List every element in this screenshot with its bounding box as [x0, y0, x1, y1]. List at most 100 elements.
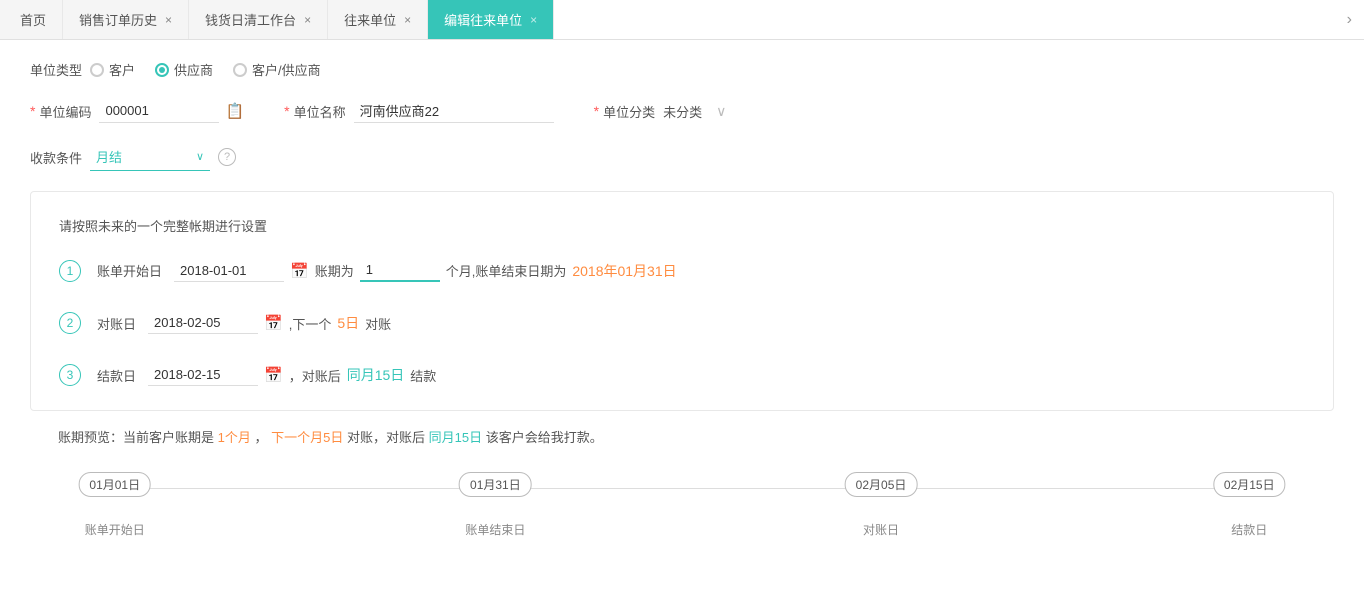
unit-name-input[interactable] — [354, 99, 554, 123]
timeline-line-row: 01月01日 账单开始日 01月31日 账单结束日 02月05日 对账日 02月… — [60, 472, 1304, 532]
preview-section: 账期预览：当前客户账期是 1个月 ， 下一个月5日 对账，对账后 同月15日 该… — [30, 411, 1334, 462]
radio-both-label: 客户/供应商 — [252, 60, 321, 79]
tl-label-3: 对账日 — [863, 521, 899, 538]
tab-home-label: 首页 — [20, 10, 46, 29]
unit-type-row: 单位类型 客户 供应商 客户/供应商 — [30, 60, 1334, 79]
close-icon[interactable]: × — [530, 14, 537, 26]
step2-row: 2 对账日 📅 ,下一个 5日 对账 — [59, 312, 1305, 334]
preview-text: 账期预览：当前客户账期是 1个月 ， 下一个月5日 对账，对账后 同月15日 该… — [58, 427, 1306, 446]
required-star-name: * — [284, 103, 289, 119]
tab-scroll-arrow[interactable]: › — [1335, 11, 1364, 29]
tab-sales-history[interactable]: 销售订单历史 × — [63, 0, 189, 39]
step1-num: 1 — [59, 260, 81, 282]
tl-label-4: 结款日 — [1231, 521, 1267, 538]
tab-cash-work-label: 钱货日清工作台 — [205, 10, 296, 29]
step1-period-input[interactable] — [360, 259, 440, 282]
step2-desc-highlight: 5日 — [337, 313, 359, 333]
payment-label: 收款条件 — [30, 148, 82, 167]
step3-label: 结款日 — [97, 366, 136, 385]
step3-desc-highlight: 同月15日 — [347, 365, 405, 385]
timeline-section: 01月01日 账单开始日 01月31日 账单结束日 02月05日 对账日 02月… — [30, 462, 1334, 552]
step1-date-input[interactable] — [174, 260, 284, 282]
preview-sep1: ， — [255, 430, 268, 445]
unit-name-label: 单位名称 — [294, 102, 346, 121]
tl-badge-4: 02月15日 — [1213, 472, 1286, 497]
radio-supplier-label: 供应商 — [174, 60, 213, 79]
close-icon[interactable]: × — [404, 14, 411, 26]
step3-desc-suffix: 结款 — [410, 366, 436, 385]
tl-badge-3: 02月05日 — [845, 472, 918, 497]
step1-row: 1 账单开始日 📅 账期为 个月,账单结束日期为 2018年01月31日 — [59, 259, 1305, 282]
payment-row: 收款条件 月结 ∨ ? — [30, 143, 1334, 171]
unit-category-group: * 单位分类 未分类 ∨ — [594, 102, 727, 121]
step2-calendar-icon[interactable]: 📅 — [264, 314, 283, 332]
step3-date-input[interactable] — [148, 364, 258, 386]
preview-part1: 1个月 — [218, 430, 251, 445]
radio-circle-both — [233, 63, 247, 77]
step3-num: 3 — [59, 364, 81, 386]
unit-code-group: * 单位编码 📋 — [30, 99, 244, 123]
tab-bar: 首页 销售订单历史 × 钱货日清工作台 × 往来单位 × 编辑往来单位 × › — [0, 0, 1364, 40]
panel-title: 请按照未来的一个完整帐期进行设置 — [59, 216, 1305, 235]
payment-value: 月结 — [96, 147, 190, 166]
step2-desc-suffix: 对账 — [365, 314, 391, 333]
unit-code-label: 单位编码 — [39, 102, 91, 121]
tab-partner-label: 往来单位 — [344, 10, 396, 29]
preview-part2: 下一个月5日 — [271, 430, 343, 445]
step2-label: 对账日 — [97, 314, 136, 333]
code-name-category-row: * 单位编码 📋 * 单位名称 * 单位分类 未分类 ∨ — [30, 99, 1334, 123]
tl-point-1: 01月01日 账单开始日 — [78, 472, 151, 538]
tl-badge-1: 01月01日 — [78, 472, 151, 497]
dropdown-arrow-icon: ∨ — [196, 150, 204, 163]
tl-point-3: 02月05日 对账日 — [845, 472, 918, 538]
step2-date-input[interactable] — [148, 312, 258, 334]
close-icon[interactable]: × — [165, 14, 172, 26]
close-icon[interactable]: × — [304, 14, 311, 26]
main-content: 单位类型 客户 供应商 客户/供应商 * 单位编码 📋 * 单位名 — [0, 40, 1364, 608]
tab-edit-partner-label: 编辑往来单位 — [444, 10, 522, 29]
tab-edit-partner[interactable]: 编辑往来单位 × — [428, 0, 554, 39]
step1-period-unit: 个月,账单结束日期为 — [446, 261, 567, 280]
preview-sep2: 对账，对账后 — [347, 430, 425, 445]
tl-point-4: 02月15日 结款日 — [1213, 472, 1286, 538]
step3-row: 3 结款日 📅 ，对账后 同月15日 结款 — [59, 364, 1305, 386]
tab-cash-work[interactable]: 钱货日清工作台 × — [189, 0, 328, 39]
radio-both[interactable]: 客户/供应商 — [233, 60, 321, 79]
preview-suffix: 该客户会给我打款。 — [486, 430, 603, 445]
radio-customer-label: 客户 — [109, 60, 135, 79]
required-star-category: * — [594, 103, 599, 119]
calendar-icon[interactable]: 📋 — [225, 102, 244, 120]
radio-customer[interactable]: 客户 — [90, 60, 135, 79]
tl-label-1: 账单开始日 — [85, 521, 145, 538]
unit-code-input[interactable] — [99, 99, 219, 123]
tl-badge-2: 01月31日 — [459, 472, 532, 497]
required-star-code: * — [30, 103, 35, 119]
step1-period-prefix: 账期为 — [315, 261, 354, 280]
timeline-line — [110, 488, 1255, 489]
unit-category-value: 未分类 — [663, 102, 702, 121]
tab-home[interactable]: 首页 — [0, 0, 63, 39]
step2-desc-prefix: ,下一个 — [289, 314, 332, 333]
radio-circle-supplier — [155, 63, 169, 77]
step3-desc-prefix: ，对账后 — [289, 366, 341, 385]
step2-num: 2 — [59, 312, 81, 334]
preview-label: 账期预览：当前客户账期是 — [58, 430, 214, 445]
unit-category-label: 单位分类 — [603, 102, 655, 121]
tab-partner[interactable]: 往来单位 × — [328, 0, 428, 39]
step1-period-end: 2018年01月31日 — [572, 261, 676, 281]
tab-sales-history-label: 销售订单历史 — [79, 10, 157, 29]
unit-type-radio-group: 客户 供应商 客户/供应商 — [90, 60, 321, 79]
radio-supplier[interactable]: 供应商 — [155, 60, 213, 79]
unit-name-group: * 单位名称 — [284, 99, 553, 123]
tl-point-2: 01月31日 账单结束日 — [459, 472, 532, 538]
step1-label: 账单开始日 — [97, 261, 162, 280]
unit-type-label: 单位类型 — [30, 60, 82, 79]
payment-dropdown[interactable]: 月结 ∨ — [90, 143, 210, 171]
help-icon[interactable]: ? — [218, 148, 236, 166]
preview-part3: 同月15日 — [429, 430, 482, 445]
radio-circle-customer — [90, 63, 104, 77]
step1-calendar-icon[interactable]: 📅 — [290, 262, 309, 280]
category-dropdown-arrow[interactable]: ∨ — [716, 103, 726, 120]
step3-calendar-icon[interactable]: 📅 — [264, 366, 283, 384]
tl-label-2: 账单结束日 — [465, 521, 525, 538]
